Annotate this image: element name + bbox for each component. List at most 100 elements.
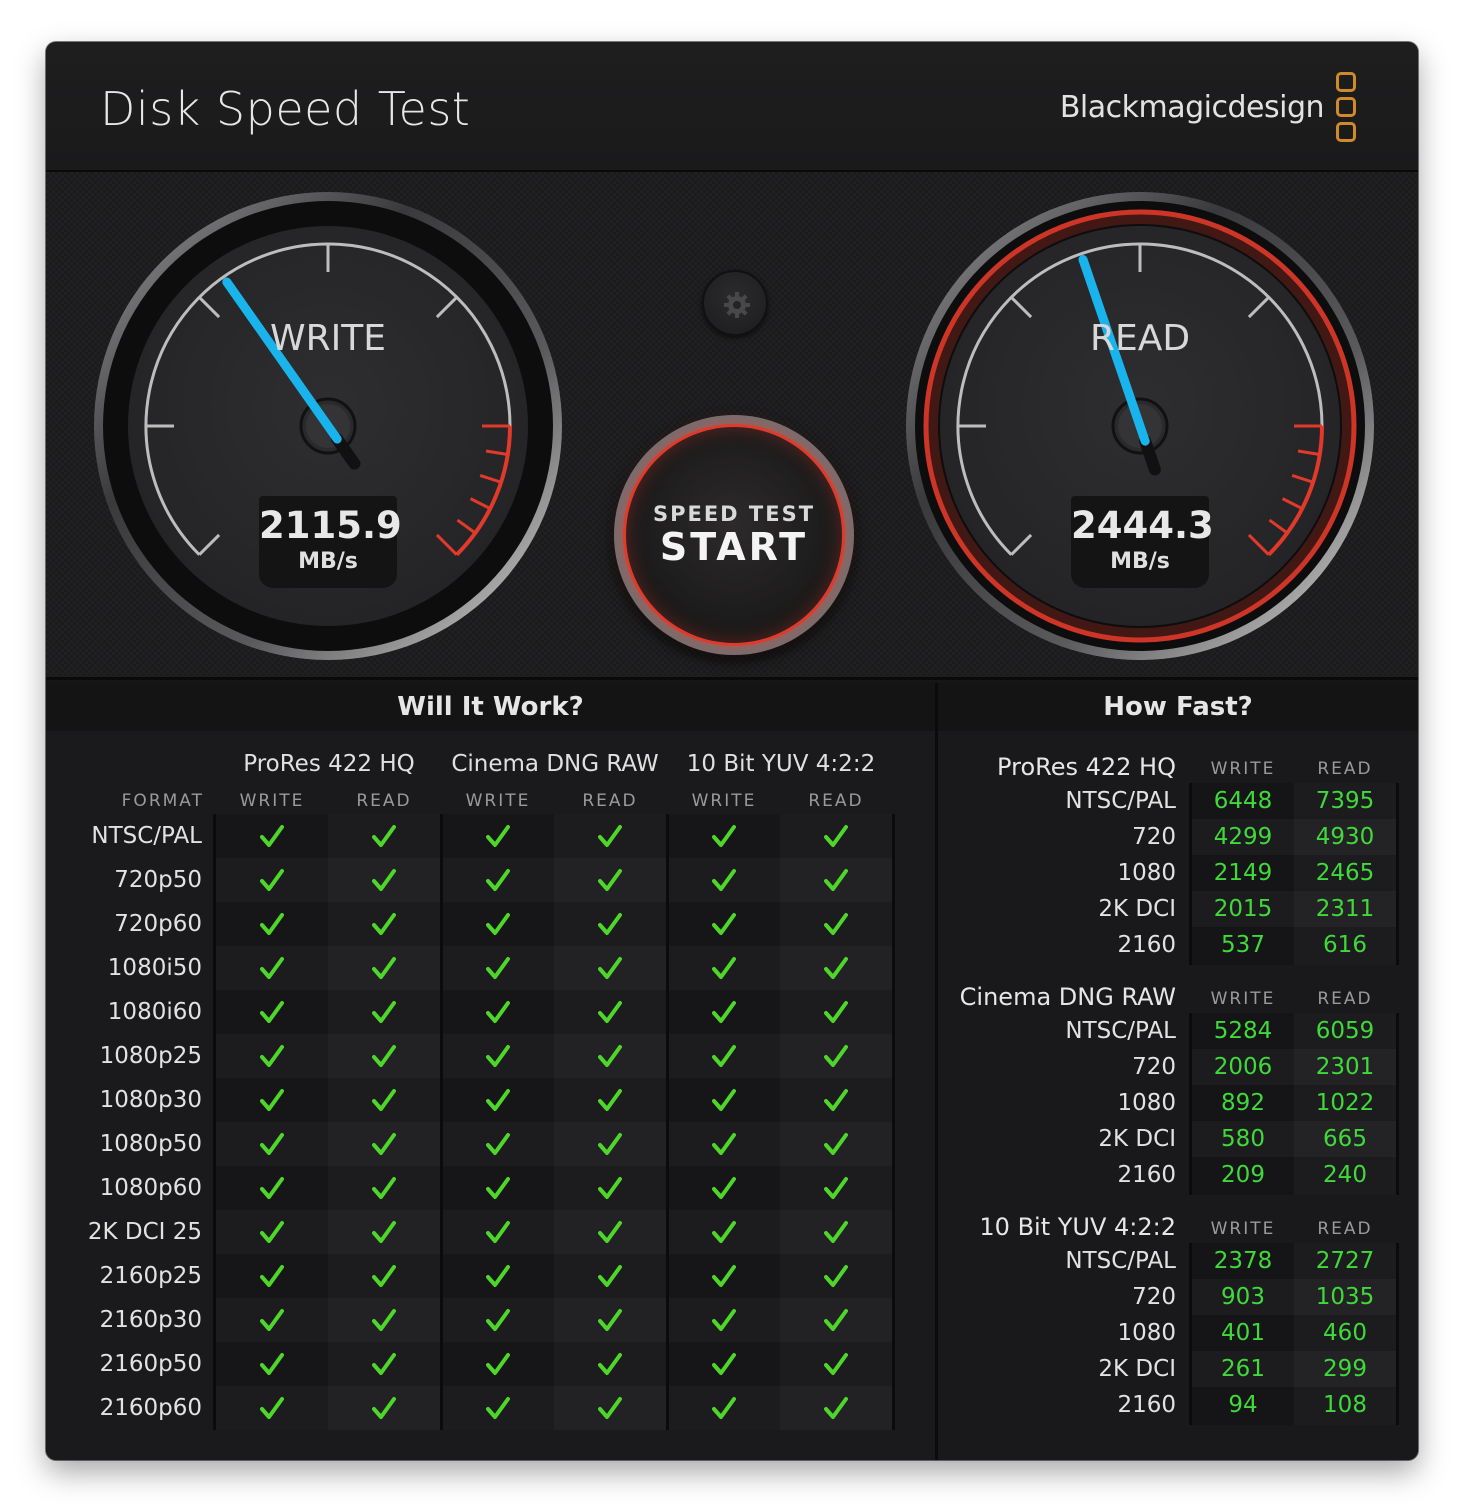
gauge-area: WRITE 2115.9 MB/s SPEED TEST START READ … (46, 172, 1418, 680)
wiw-cell (328, 1166, 440, 1210)
wiw-cell (216, 1034, 328, 1078)
checkmark-icon (824, 1309, 848, 1331)
wiw-cell (554, 1034, 666, 1078)
checkmark-icon (260, 1001, 284, 1023)
checkmark-icon (824, 957, 848, 979)
read-fps-value: 2727 (1315, 1248, 1375, 1274)
read-column-header: READ (1317, 1219, 1373, 1239)
write-fps-value: 5284 (1213, 1018, 1273, 1044)
write-fps-value: 892 (1221, 1090, 1265, 1116)
read-speed-unit: MB/s (1110, 549, 1170, 574)
wiw-cell (442, 1078, 554, 1122)
checkmark-icon (712, 825, 736, 847)
checkmark-icon (598, 1221, 622, 1243)
wiw-cell (442, 858, 554, 902)
wiw-table-row: NTSC/PAL (91, 814, 892, 858)
group-separator (213, 814, 216, 1430)
checkmark-icon (260, 1177, 284, 1199)
format-label: 720p60 (114, 911, 202, 937)
checkmark-icon (260, 1309, 284, 1331)
checkmark-icon (712, 1309, 736, 1331)
checkmark-icon (824, 1353, 848, 1375)
settings-button[interactable] (702, 270, 768, 336)
wiw-cell (554, 814, 666, 858)
wiw-cell (554, 1122, 666, 1166)
how-fast-row: 720 4299 4930 (938, 819, 1418, 855)
write-fps-value: 537 (1221, 932, 1265, 958)
checkmark-icon (824, 1265, 848, 1287)
checkmark-icon (598, 957, 622, 979)
checkmark-icon (824, 825, 848, 847)
wiw-table-row: 2160p50 (100, 1342, 892, 1386)
format-label: 1080p25 (99, 1043, 202, 1069)
write-fps-value: 209 (1221, 1162, 1265, 1188)
read-fps-value: 460 (1323, 1320, 1367, 1346)
wiw-cell (780, 1078, 892, 1122)
wiw-cell (668, 1034, 780, 1078)
resolution-label: 2K DCI (1098, 1126, 1176, 1152)
checkmark-icon (824, 1177, 848, 1199)
checkmark-icon (372, 1001, 396, 1023)
wiw-cell (328, 1078, 440, 1122)
wiw-table-row: 1080i50 (108, 946, 892, 990)
checkmark-icon (260, 1397, 284, 1419)
write-fps-value: 94 (1228, 1392, 1258, 1418)
write-gauge-label: WRITE (270, 318, 386, 359)
wiw-cell (442, 990, 554, 1034)
checkmark-icon (372, 1397, 396, 1419)
resolution-label: 1080 (1117, 1320, 1176, 1346)
resolution-label: NTSC/PAL (1065, 1018, 1176, 1044)
checkmark-icon (598, 1309, 622, 1331)
disk-speed-test-window: ✕ Disk Speed Test Blackmagicdesign WRITE… (46, 42, 1418, 1460)
wiw-cell (328, 902, 440, 946)
wiw-cell (780, 1122, 892, 1166)
checkmark-icon (486, 1353, 510, 1375)
wiw-cell (328, 1386, 440, 1430)
format-label: 2K DCI 25 (87, 1219, 202, 1245)
resolution-label: 1080 (1117, 860, 1176, 886)
checkmark-icon (824, 1221, 848, 1243)
resolution-label: 2160 (1117, 1392, 1176, 1418)
checkmark-icon (486, 913, 510, 935)
checkmark-icon (486, 1133, 510, 1155)
wiw-cell (328, 1122, 440, 1166)
checkmark-icon (712, 1265, 736, 1287)
speed-test-start-button[interactable]: SPEED TEST START (614, 415, 854, 655)
checkmark-icon (372, 1265, 396, 1287)
wiw-cell (328, 1298, 440, 1342)
read-column-header: READ (1317, 759, 1373, 779)
checkmark-icon (372, 1309, 396, 1331)
checkmark-icon (486, 1089, 510, 1111)
read-fps-value: 4930 (1315, 824, 1375, 850)
checkmark-icon (712, 957, 736, 979)
wiw-column-header: WRITE (239, 791, 305, 811)
wiw-cell (442, 902, 554, 946)
checkmark-icon (372, 1045, 396, 1067)
format-label: 1080i60 (107, 999, 202, 1025)
wiw-cell (216, 1342, 328, 1386)
wiw-column-header: READ (582, 791, 638, 811)
wiw-cell (328, 1034, 440, 1078)
write-fps-value: 2378 (1213, 1248, 1273, 1274)
format-label: 2160p50 (99, 1351, 202, 1377)
format-label: 1080p60 (99, 1175, 202, 1201)
wiw-cell (780, 814, 892, 858)
wiw-table-row: 1080p50 (100, 1122, 892, 1166)
wiw-cell (328, 1254, 440, 1298)
resolution-label: 2K DCI (1098, 1356, 1176, 1382)
format-label: 1080p30 (99, 1087, 202, 1113)
wiw-group-header: Cinema DNG RAW (451, 751, 659, 777)
write-column-header: WRITE (1210, 759, 1276, 779)
wiw-cell (216, 1166, 328, 1210)
checkmark-icon (598, 1265, 622, 1287)
wiw-cell (780, 1166, 892, 1210)
read-fps-value: 2301 (1315, 1054, 1375, 1080)
checkmark-icon (372, 869, 396, 891)
wiw-cell (668, 1254, 780, 1298)
write-column-header: WRITE (1210, 989, 1276, 1009)
wiw-cell (668, 1122, 780, 1166)
checkmark-icon (712, 913, 736, 935)
wiw-cell (554, 1078, 666, 1122)
how-fast-row: 2160 209 240 (938, 1157, 1418, 1193)
header: Disk Speed Test Blackmagicdesign (46, 42, 1418, 172)
